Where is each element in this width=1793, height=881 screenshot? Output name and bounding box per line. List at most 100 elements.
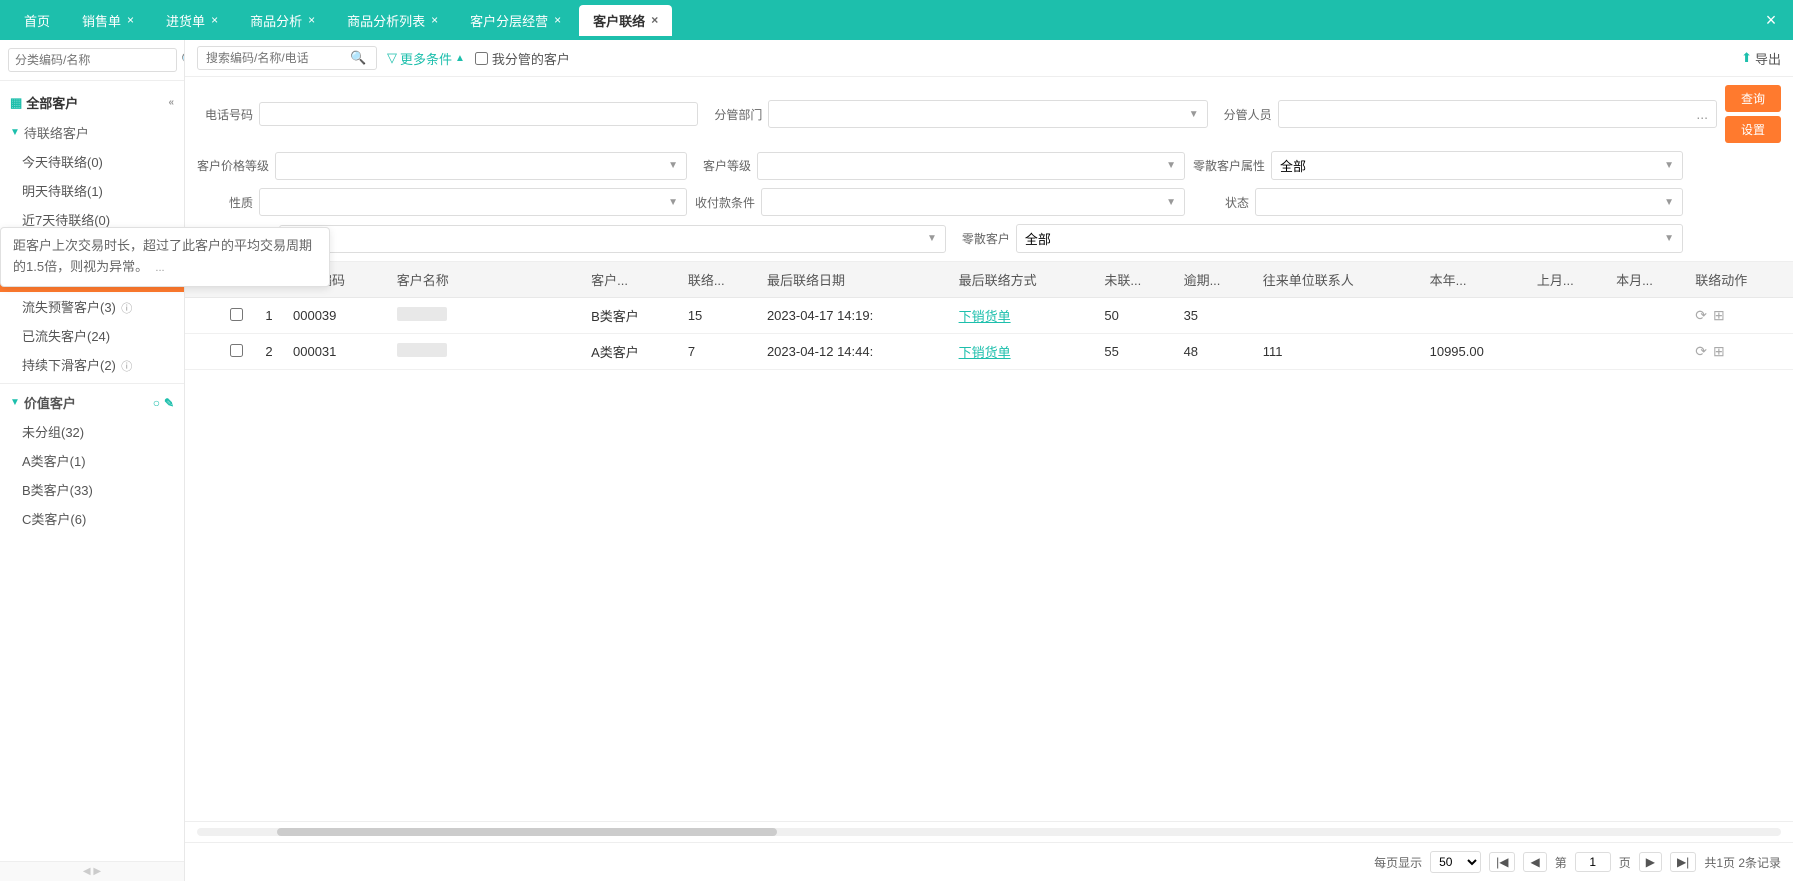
nav-close-analysis-list[interactable]: × xyxy=(431,13,438,27)
nav-item-analysis[interactable]: 商品分析 × xyxy=(236,5,329,36)
per-page-select[interactable]: 50 100 200 xyxy=(1430,851,1481,873)
nav-item-customer-segment[interactable]: 客户分层经营 × xyxy=(456,5,575,36)
value-customer-settings-icon[interactable]: ✎ xyxy=(164,396,174,410)
horizontal-scrollbar[interactable] xyxy=(197,828,1781,836)
window-close-button[interactable]: × xyxy=(1759,8,1783,32)
sidebar-search-input[interactable] xyxy=(8,48,177,72)
page-suffix-label: 页 xyxy=(1619,854,1631,871)
manager-dots[interactable]: ... xyxy=(1696,106,1708,122)
prev-page-button[interactable]: ◀ xyxy=(1523,852,1546,872)
nav-item-analysis-list[interactable]: 商品分析列表 × xyxy=(333,5,452,36)
nav-close-customer-segment[interactable]: × xyxy=(554,13,561,27)
nav-item-home[interactable]: 首页 xyxy=(10,5,64,36)
export-icon: ⬆ xyxy=(1741,50,1752,66)
page-number-input[interactable] xyxy=(1575,852,1611,872)
row-action-more-icon[interactable]: ⊞ xyxy=(1713,307,1725,324)
filter-dept-select[interactable]: ▼ xyxy=(768,100,1207,128)
filter-row-3: 性质 ▼ 收付款条件 ▼ 状态 xyxy=(197,188,1781,216)
sidebar-value-a[interactable]: A类客户(1) xyxy=(0,446,184,475)
nav-close-customer-contact[interactable]: × xyxy=(651,13,658,27)
filter-retail-attr-select[interactable]: 全部 ▼ xyxy=(1271,151,1683,180)
tooltip-dots: ... xyxy=(155,262,164,274)
pagination-bar: 每页显示 50 100 200 |◀ ◀ 第 页 ▶ ▶| 共1页 2条记录 xyxy=(185,842,1793,881)
row-this-month-cell xyxy=(1610,298,1689,334)
sidebar-value-b[interactable]: B类客户(33) xyxy=(0,475,184,504)
first-page-button[interactable]: |◀ xyxy=(1489,852,1515,872)
query-button[interactable]: 查询 xyxy=(1725,85,1781,112)
scrollbar-thumb[interactable] xyxy=(277,828,777,836)
filter-payment-select[interactable]: ▼ xyxy=(761,188,1185,216)
filter-search-icon[interactable]: 🔍 xyxy=(350,50,366,66)
nav-item-customer-contact[interactable]: 客户联络 × xyxy=(579,5,672,36)
col-header-contact-person: 往来单位联系人 xyxy=(1257,262,1424,298)
horizontal-scroll-area xyxy=(185,821,1793,842)
row-contact-person-cell xyxy=(1257,298,1424,334)
payment-arrow: ▼ xyxy=(1166,197,1176,208)
filter-manager-select[interactable]: ... xyxy=(1278,100,1717,128)
settings-button[interactable]: 设置 xyxy=(1725,116,1781,143)
my-customers-checkbox-label[interactable]: 我分管的客户 xyxy=(475,49,570,68)
filter-icon: ▽ xyxy=(387,50,397,66)
row-num-cell: 2 xyxy=(251,334,287,370)
retail-customer-arrow: ▼ xyxy=(1664,233,1674,244)
main-layout: 🔍 ▦ 全部客户 « ▼ 待联络客户 今天待联络(0) 明天待联络(1) 近7天… xyxy=(0,40,1793,881)
row-check-cell xyxy=(221,334,251,370)
row-name-cell xyxy=(391,334,585,370)
filter-price-level-select[interactable]: ▼ xyxy=(275,152,687,180)
col-header-name: 客户名称 xyxy=(391,262,585,298)
col-header-this-year: 本年... xyxy=(1424,262,1531,298)
table-header-row: ⚙ 客户编码 客户名称 客户... 联络... 最后联络日期 最后联络方式 未联… xyxy=(185,262,1793,298)
nav-close-analysis[interactable]: × xyxy=(308,13,315,27)
col-header-last-method: 最后联络方式 xyxy=(953,262,1099,298)
customer-level-arrow: ▼ xyxy=(1166,160,1176,171)
filter-customer-type-select[interactable]: ▼ xyxy=(279,225,946,253)
filter-row-2: 客户价格等级 ▼ 客户等级 ▼ 零散客户属性 全部 xyxy=(197,151,1781,180)
sidebar-content: ▦ 全部客户 « ▼ 待联络客户 今天待联络(0) 明天待联络(1) 近7天待联… xyxy=(0,81,184,861)
sidebar-tomorrow-pending[interactable]: 明天待联络(1) xyxy=(0,176,184,205)
sidebar-already-lost[interactable]: 已流失客户(24) xyxy=(0,321,184,350)
export-button[interactable]: ⬆ 导出 xyxy=(1741,49,1781,68)
gender-arrow: ▼ xyxy=(668,197,678,208)
filter-status-select[interactable]: ▼ xyxy=(1255,188,1683,216)
table-row: 1 000039 B类客户 15 2023-04-17 14:19: 下销货单 … xyxy=(185,298,1793,334)
last-page-button[interactable]: ▶| xyxy=(1670,852,1696,872)
nav-close-purchase[interactable]: × xyxy=(211,13,218,27)
row-settings-cell xyxy=(185,298,221,334)
filter-phone-input[interactable] xyxy=(259,102,698,126)
row-action-link-icon[interactable]: ⟳ xyxy=(1695,307,1707,324)
sidebar-today-pending[interactable]: 今天待联络(0) xyxy=(0,147,184,176)
row-action-link-icon[interactable]: ⟳ xyxy=(1695,343,1707,360)
row-checkbox-0[interactable] xyxy=(230,308,243,321)
last-method-link[interactable]: 下销货单 xyxy=(959,309,1011,324)
filter-dept-cell: 分管部门 ▼ xyxy=(706,100,1207,128)
filter-gender-select[interactable]: ▼ xyxy=(259,188,687,216)
retail-attr-arrow: ▼ xyxy=(1664,160,1674,171)
row-contact-person-cell: 111 xyxy=(1257,334,1424,370)
nav-item-sales[interactable]: 销售单 × xyxy=(68,5,148,36)
sidebar-collapse-icon[interactable]: « xyxy=(168,97,174,108)
pending-section-header[interactable]: ▼ 待联络客户 xyxy=(0,118,184,147)
filter-retail-customer-cell: 零散客户 全部 ▼ xyxy=(954,224,1683,253)
chevron-down-icon: ▲ xyxy=(455,53,465,64)
filter-row-4: ... 客户类型 ▼ 零散客户 全部 ▼ xyxy=(197,224,1781,253)
sidebar-value-ungrouped[interactable]: 未分组(32) xyxy=(0,417,184,446)
sidebar-all-customers[interactable]: ▦ 全部客户 « xyxy=(0,87,184,118)
row-checkbox-1[interactable] xyxy=(230,344,243,357)
nav-item-purchase[interactable]: 进货单 × xyxy=(152,5,232,36)
last-method-link[interactable]: 下销货单 xyxy=(959,345,1011,360)
sidebar-continuous-down[interactable]: 持续下滑客户(2) ⓘ xyxy=(0,350,184,379)
value-customer-edit-icon[interactable]: ○ xyxy=(153,396,160,410)
sidebar-lost-warning[interactable]: 流失预警客户(3) ⓘ xyxy=(0,292,184,321)
value-customer-header[interactable]: ▼ 价值客户 ○ ✎ xyxy=(0,388,184,417)
nav-close-sales[interactable]: × xyxy=(127,13,134,27)
next-page-button[interactable]: ▶ xyxy=(1639,852,1662,872)
status-arrow: ▼ xyxy=(1664,197,1674,208)
my-customers-checkbox[interactable] xyxy=(475,52,488,65)
row-action-more-icon[interactable]: ⊞ xyxy=(1713,343,1725,360)
filter-customer-level-select[interactable]: ▼ xyxy=(757,152,1185,180)
filter-search-input[interactable] xyxy=(206,51,346,65)
filter-more-conditions[interactable]: ▽ 更多条件 ▲ xyxy=(387,49,465,68)
sidebar-value-c[interactable]: C类客户(6) xyxy=(0,504,184,533)
filter-grid: 电话号码 分管部门 ▼ 分管人员 ... xyxy=(185,77,1793,262)
filter-retail-customer-select[interactable]: 全部 ▼ xyxy=(1016,224,1683,253)
